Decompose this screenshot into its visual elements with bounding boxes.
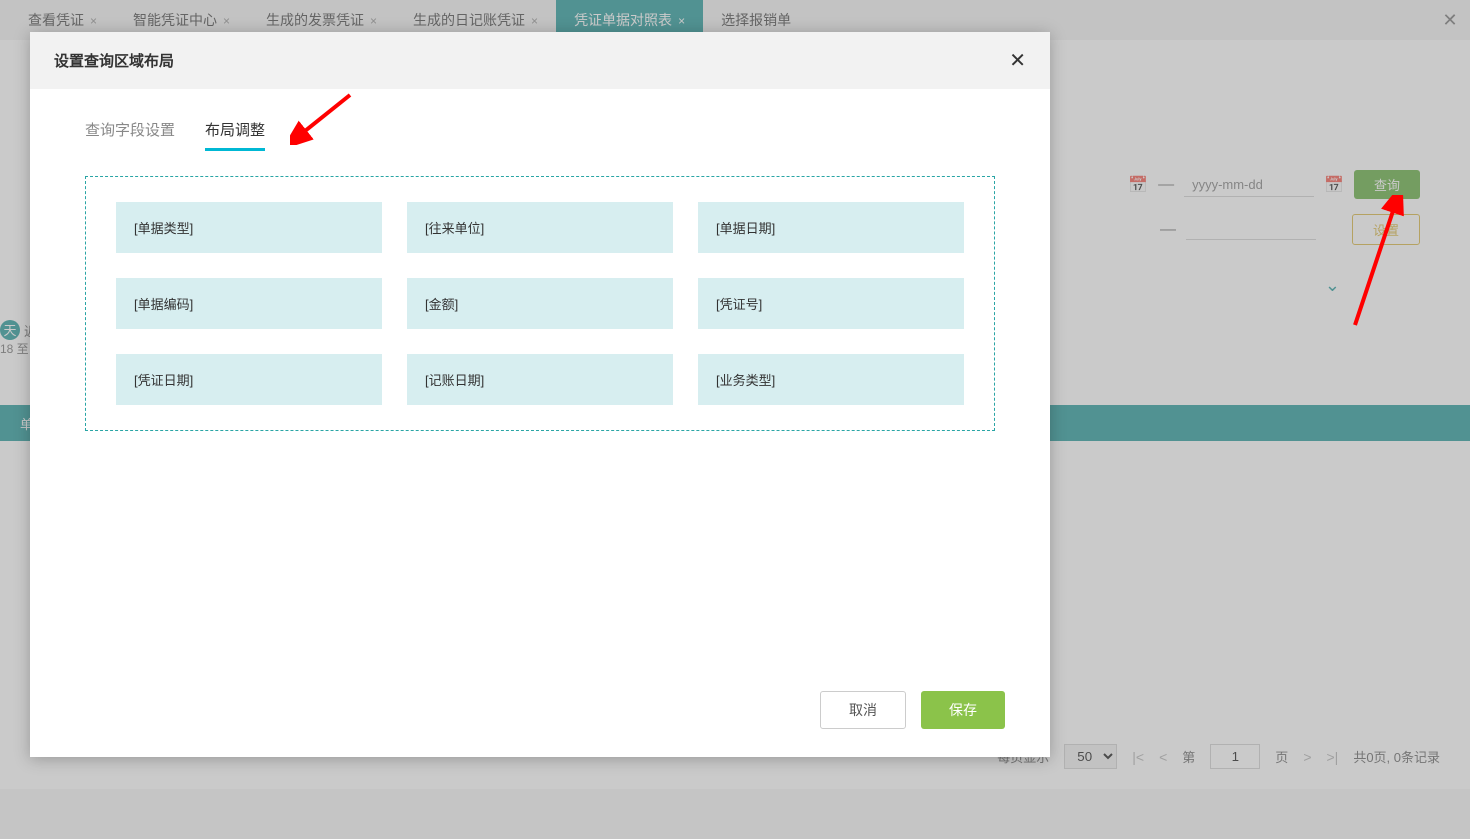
tab-layout-adjust[interactable]: 布局调整 xyxy=(205,119,265,151)
field-chip-doc-code[interactable]: [单据编码] xyxy=(116,278,382,329)
field-chip-doc-date[interactable]: [单据日期] xyxy=(698,202,964,253)
modal-footer: 取消 保存 xyxy=(30,673,1050,757)
layout-settings-modal: 设置查询区域布局 ✕ 查询字段设置 布局调整 [单据类型] [往来单位] [单据… xyxy=(30,32,1050,757)
field-chip-voucher-no[interactable]: [凭证号] xyxy=(698,278,964,329)
field-chip-posting-date[interactable]: [记账日期] xyxy=(407,354,673,405)
modal-header: 设置查询区域布局 ✕ xyxy=(30,32,1050,89)
tab-query-field-settings[interactable]: 查询字段设置 xyxy=(85,119,175,151)
field-chip-amount[interactable]: [金额] xyxy=(407,278,673,329)
field-chip-voucher-date[interactable]: [凭证日期] xyxy=(116,354,382,405)
close-icon[interactable]: ✕ xyxy=(1009,48,1026,73)
cancel-button[interactable]: 取消 xyxy=(820,691,906,729)
layout-drop-area[interactable]: [单据类型] [往来单位] [单据日期] [单据编码] [金额] [凭证号] [… xyxy=(85,176,995,431)
modal-tabs: 查询字段设置 布局调整 xyxy=(85,119,995,151)
modal-title: 设置查询区域布局 xyxy=(54,50,174,71)
field-chip-doc-type[interactable]: [单据类型] xyxy=(116,202,382,253)
save-button[interactable]: 保存 xyxy=(921,691,1005,729)
field-chip-biz-type[interactable]: [业务类型] xyxy=(698,354,964,405)
field-chip-partner[interactable]: [往来单位] xyxy=(407,202,673,253)
